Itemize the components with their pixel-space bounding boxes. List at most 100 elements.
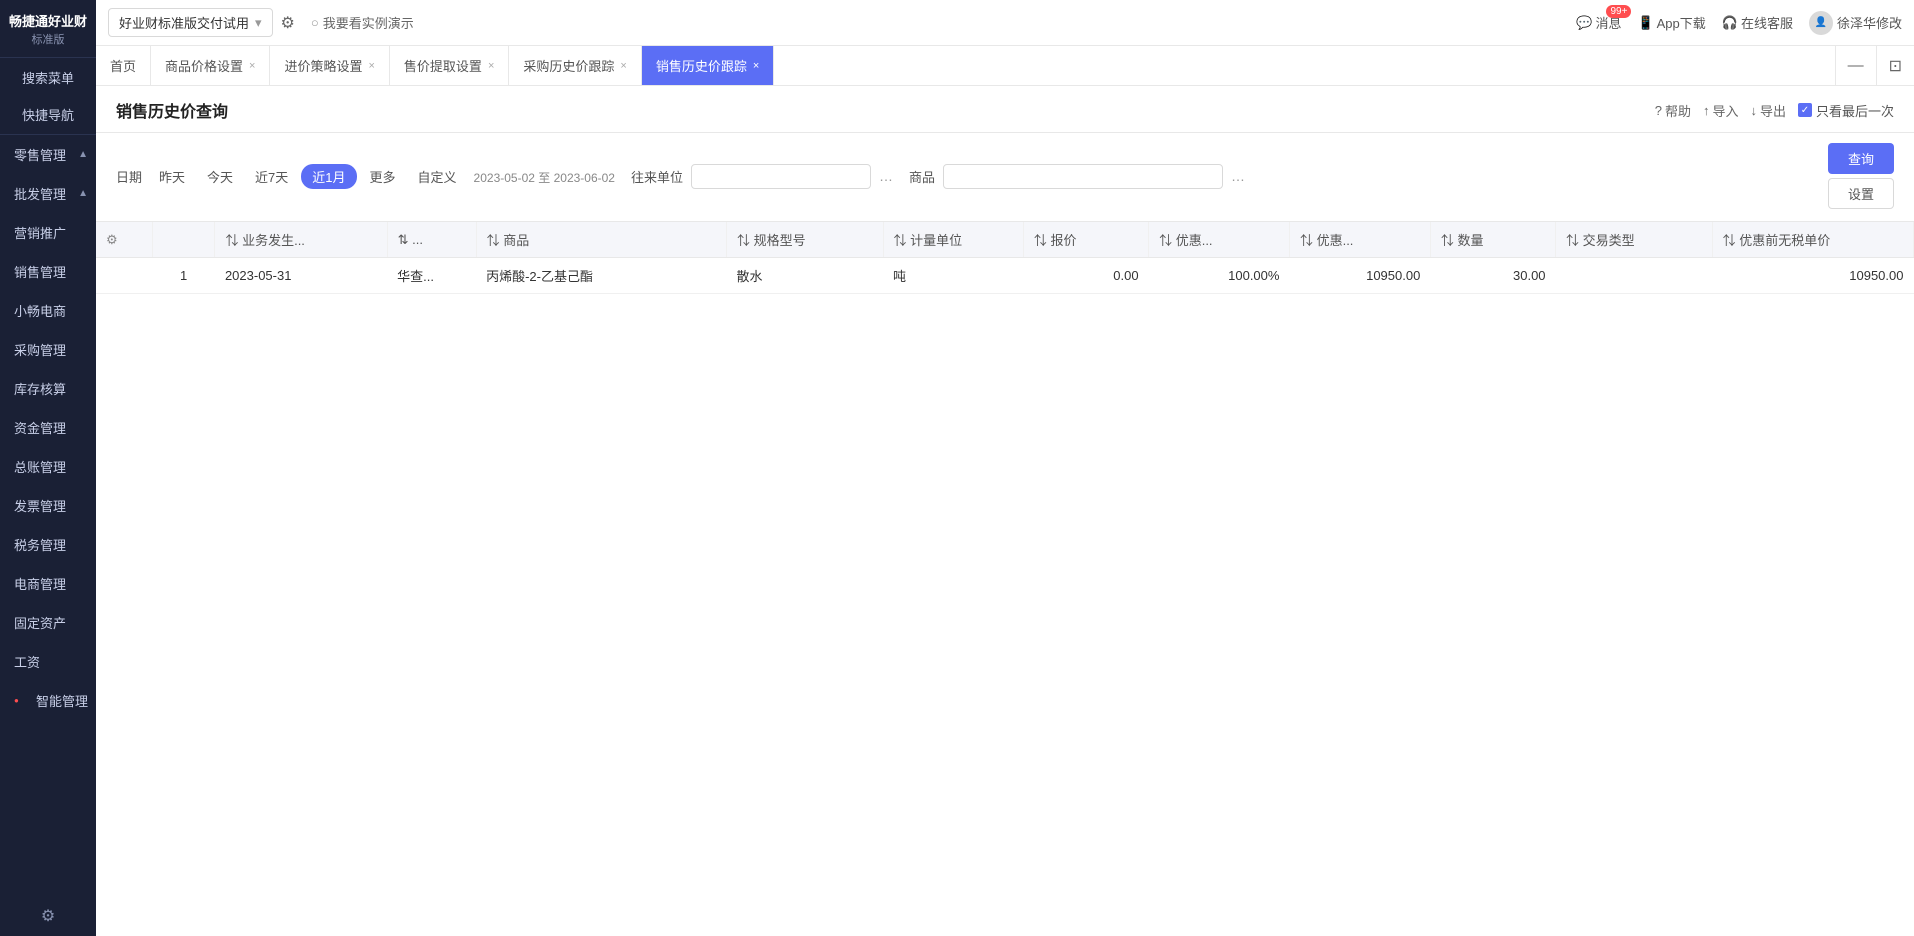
sidebar-item-assets[interactable]: 固定资产: [0, 603, 96, 642]
sidebar-item-label: 固定资产: [14, 613, 66, 632]
sidebar-item-label: 资金管理: [14, 418, 66, 437]
filter-bar: 日期 昨天 今天 近7天 近1月 更多 自定义 2023-05-02 至 202…: [96, 133, 1914, 222]
tab-home[interactable]: 首页: [96, 46, 151, 86]
row-spec: 散水: [727, 258, 884, 294]
user-menu[interactable]: 👤 徐泽华修改: [1809, 11, 1902, 35]
tab-sale-extract[interactable]: 售价提取设置 ×: [390, 46, 509, 86]
row-qty: 30.00: [1430, 258, 1555, 294]
col-header-dots[interactable]: ⇅ ...: [387, 222, 476, 258]
supplier-dots-btn[interactable]: …: [879, 168, 893, 184]
sort-icon: ⇅: [1159, 233, 1172, 248]
close-icon[interactable]: ×: [620, 60, 626, 72]
sidebar-item-marketing[interactable]: 营销推广: [0, 213, 96, 252]
product-dots-btn[interactable]: …: [1231, 168, 1245, 184]
sidebar-item-ledger[interactable]: 总账管理: [0, 447, 96, 486]
import-label: 导入: [1712, 101, 1738, 120]
help-label: 帮助: [1665, 101, 1691, 120]
sidebar-item-retail[interactable]: 零售管理 ▲: [0, 135, 96, 174]
supplier-filter-label: 往来单位: [631, 167, 683, 186]
product-input[interactable]: [943, 164, 1223, 189]
sidebar-item-ecommerce-small[interactable]: 小畅电商: [0, 291, 96, 330]
sidebar-item-label: 发票管理: [14, 496, 66, 515]
col-header-unit[interactable]: ⇅ 计量单位: [883, 222, 1023, 258]
import-link[interactable]: ↑ 导入: [1703, 101, 1739, 120]
row-actions[interactable]: [96, 258, 152, 294]
help-icon: ?: [1655, 103, 1662, 118]
settings-gear-icon[interactable]: ⚙: [281, 13, 295, 33]
close-icon[interactable]: ×: [249, 60, 255, 72]
date-btn-yesterday[interactable]: 昨天: [150, 164, 194, 189]
col-header-discount1[interactable]: ⇅ 优惠...: [1149, 222, 1290, 258]
col-header-notax[interactable]: ⇅ 优惠前无税单价: [1712, 222, 1913, 258]
message-badge: 99+: [1606, 5, 1631, 18]
sidebar-search[interactable]: 搜索菜单: [0, 58, 96, 97]
date-btn-custom[interactable]: 自定义: [409, 164, 466, 189]
sidebar-quick-nav[interactable]: 快捷导航: [0, 97, 96, 135]
app-label: App下载: [1657, 13, 1706, 32]
online-service-button[interactable]: 🎧 在线客服: [1722, 13, 1793, 32]
date-filter-group: 日期 昨天 今天 近7天 近1月 更多 自定义 2023-05-02 至 202…: [116, 164, 615, 189]
col-header-spec[interactable]: ⇅ 规格型号: [727, 222, 884, 258]
sidebar-item-inventory[interactable]: 库存核算: [0, 369, 96, 408]
version-select[interactable]: 好业财标准版交付试用 ▾: [108, 8, 273, 37]
row-discount1: 100.00%: [1149, 258, 1290, 294]
sidebar-item-smart[interactable]: 智能管理: [0, 681, 96, 720]
sidebar-item-label: 小畅电商: [14, 301, 66, 320]
close-icon[interactable]: ×: [488, 60, 494, 72]
tab-price-strategy[interactable]: 进价策略设置 ×: [270, 46, 389, 86]
maximize-button[interactable]: ⊡: [1876, 46, 1914, 86]
sidebar-bottom: ⚙: [0, 896, 96, 936]
app-download-button[interactable]: 📱 App下载: [1637, 13, 1705, 32]
tab-purchase-history[interactable]: 采购历史价跟踪 ×: [509, 46, 641, 86]
supplier-filter-group: 往来单位 …: [631, 164, 893, 189]
help-link[interactable]: ? 帮助: [1655, 101, 1691, 120]
col-header-qty[interactable]: ⇅ 数量: [1430, 222, 1555, 258]
col-header-trade[interactable]: ⇅ 交易类型: [1556, 222, 1713, 258]
sidebar-item-sales[interactable]: 销售管理: [0, 252, 96, 291]
app-logo: 畅捷通好业财 标准版: [0, 0, 96, 58]
settings-icon[interactable]: ⚙: [41, 908, 55, 925]
product-filter-label: 商品: [909, 167, 935, 186]
tab-product-price[interactable]: 商品价格设置 ×: [151, 46, 270, 86]
only-last-checkbox[interactable]: ✓ 只看最后一次: [1798, 101, 1894, 120]
sidebar-item-finance[interactable]: 资金管理: [0, 408, 96, 447]
service-label: 在线客服: [1741, 13, 1793, 32]
sort-icon: ⇅: [894, 233, 907, 248]
close-icon[interactable]: ×: [368, 60, 374, 72]
date-btn-last1m[interactable]: 近1月: [301, 164, 356, 189]
date-btn-more[interactable]: 更多: [361, 164, 405, 189]
sidebar-item-label: 智能管理: [36, 691, 88, 710]
export-label: 导出: [1760, 101, 1786, 120]
minimize-button[interactable]: —: [1835, 46, 1876, 86]
sidebar-item-tax[interactable]: 税务管理: [0, 525, 96, 564]
sidebar-item-label: 税务管理: [14, 535, 66, 554]
sidebar-item-payroll[interactable]: 工资: [0, 642, 96, 681]
export-link[interactable]: ↓ 导出: [1750, 101, 1786, 120]
close-icon[interactable]: ×: [753, 60, 759, 72]
date-btn-today[interactable]: 今天: [198, 164, 242, 189]
demo-link[interactable]: 我要看实例演示: [311, 13, 414, 32]
sidebar-item-ecommerce[interactable]: 电商管理: [0, 564, 96, 603]
avatar: 👤: [1809, 11, 1833, 35]
col-header-discount2[interactable]: ⇅ 优惠...: [1289, 222, 1430, 258]
supplier-input[interactable]: [691, 164, 871, 189]
tab-sales-history[interactable]: 销售历史价跟踪 ×: [642, 46, 774, 86]
arrow-icon: ▲: [78, 188, 88, 199]
message-button[interactable]: 💬 消息 99+: [1576, 13, 1621, 32]
col-header-gear[interactable]: ⚙: [96, 222, 152, 258]
col-header-product[interactable]: ⇅ 商品: [476, 222, 726, 258]
col-header-date[interactable]: ⇅ 业务发生...: [215, 222, 387, 258]
col-header-price[interactable]: ⇅ 报价: [1023, 222, 1148, 258]
gear-icon[interactable]: ⚙: [106, 232, 118, 247]
date-filter-label: 日期: [116, 167, 142, 186]
service-icon: 🎧: [1722, 15, 1738, 31]
row-unit: 吨: [883, 258, 1023, 294]
row-product: 丙烯酸-2-乙基己酯: [476, 258, 726, 294]
setting-button[interactable]: 设置: [1828, 178, 1894, 209]
sidebar-item-invoice[interactable]: 发票管理: [0, 486, 96, 525]
sidebar: 畅捷通好业财 标准版 搜索菜单 快捷导航 零售管理 ▲ 批发管理 ▲ 营销推广 …: [0, 0, 96, 936]
sidebar-item-wholesale[interactable]: 批发管理 ▲: [0, 174, 96, 213]
query-button[interactable]: 查询: [1828, 143, 1894, 174]
sidebar-item-purchase[interactable]: 采购管理: [0, 330, 96, 369]
date-btn-last7[interactable]: 近7天: [246, 164, 297, 189]
